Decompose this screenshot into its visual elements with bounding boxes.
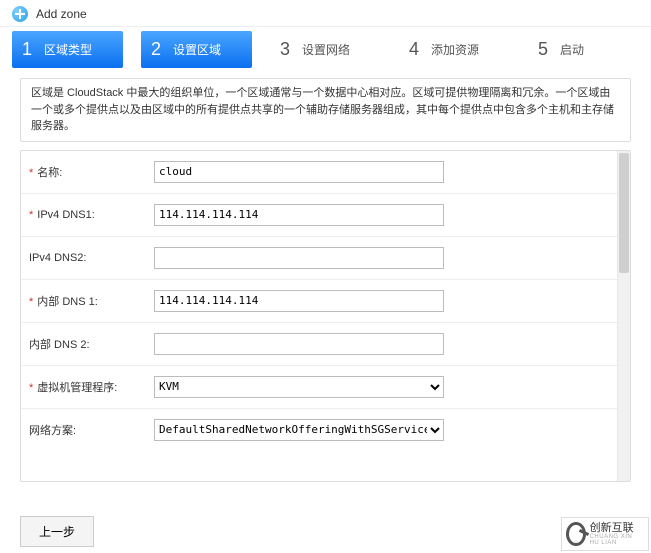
form-scroll-area: 名称: IPv4 DNS1: IPv4 DNS2: 内部 DNS 1: 内部 D… (21, 151, 618, 481)
input-ipv4-dns2[interactable] (154, 247, 444, 269)
row-internal-dns1: 内部 DNS 1: (21, 280, 618, 323)
step-number: 4 (409, 39, 431, 60)
label-internal-dns1: 内部 DNS 1: (29, 293, 154, 309)
input-internal-dns1[interactable] (154, 290, 444, 312)
plus-icon (12, 6, 28, 22)
dialog-header: Add zone (0, 0, 651, 26)
label-name: 名称: (29, 164, 154, 180)
select-hypervisor[interactable]: KVM (154, 376, 444, 398)
label-ipv4-dns1: IPv4 DNS1: (29, 209, 154, 221)
previous-button[interactable]: 上一步 (20, 516, 94, 547)
step-add-resources[interactable]: 4 添加资源 (399, 31, 510, 68)
wizard-steps: 1 区域类型 2 设置区域 3 设置网络 4 添加资源 5 启动 (0, 26, 651, 78)
input-name[interactable] (154, 161, 444, 183)
step-setup-zone[interactable]: 2 设置区域 (141, 31, 252, 68)
step-number: 1 (22, 39, 44, 60)
step-label: 添加资源 (431, 41, 479, 58)
row-internal-dns2: 内部 DNS 2: (21, 323, 618, 366)
label-internal-dns2: 内部 DNS 2: (29, 336, 154, 352)
label-ipv4-dns2: IPv4 DNS2: (29, 252, 154, 264)
label-hypervisor: 虚拟机管理程序: (29, 379, 154, 395)
wizard-footer: 上一步 取消 (0, 516, 651, 547)
row-name: 名称: (21, 151, 618, 194)
step-setup-network[interactable]: 3 设置网络 (270, 31, 381, 68)
row-ipv4-dns1: IPv4 DNS1: (21, 194, 618, 237)
form-panel: 名称: IPv4 DNS1: IPv4 DNS2: 内部 DNS 1: 内部 D… (20, 150, 631, 482)
dialog-title: Add zone (36, 7, 87, 21)
logo-text: 创新互联 (590, 523, 644, 534)
select-network-offering[interactable]: DefaultSharedNetworkOfferingWithSGServic… (154, 419, 444, 441)
row-network-offering: 网络方案: DefaultSharedNetworkOfferingWithSG… (21, 409, 618, 451)
step-zone-type[interactable]: 1 区域类型 (12, 31, 123, 68)
step-label: 设置网络 (302, 41, 350, 58)
step-number: 2 (151, 39, 173, 60)
step-launch[interactable]: 5 启动 (528, 31, 639, 68)
step-label: 启动 (560, 41, 584, 58)
input-ipv4-dns1[interactable] (154, 204, 444, 226)
logo-mark-icon (566, 522, 586, 546)
step-label: 设置区域 (173, 41, 221, 58)
step-number: 3 (280, 39, 302, 60)
row-ipv4-dns2: IPv4 DNS2: (21, 237, 618, 280)
brand-logo: 创新互联 CHUANG XIN HU LIAN (561, 517, 649, 551)
zone-description: 区域是 CloudStack 中最大的组织单位，一个区域通常与一个数据中心相对应… (20, 78, 631, 142)
scrollbar-thumb[interactable] (619, 153, 629, 273)
step-number: 5 (538, 39, 560, 60)
input-internal-dns2[interactable] (154, 333, 444, 355)
row-hypervisor: 虚拟机管理程序: KVM (21, 366, 618, 409)
step-label: 区域类型 (44, 41, 92, 58)
logo-subtext: CHUANG XIN HU LIAN (590, 534, 644, 546)
scrollbar-track[interactable] (617, 151, 630, 481)
label-network-offering: 网络方案: (29, 422, 154, 438)
